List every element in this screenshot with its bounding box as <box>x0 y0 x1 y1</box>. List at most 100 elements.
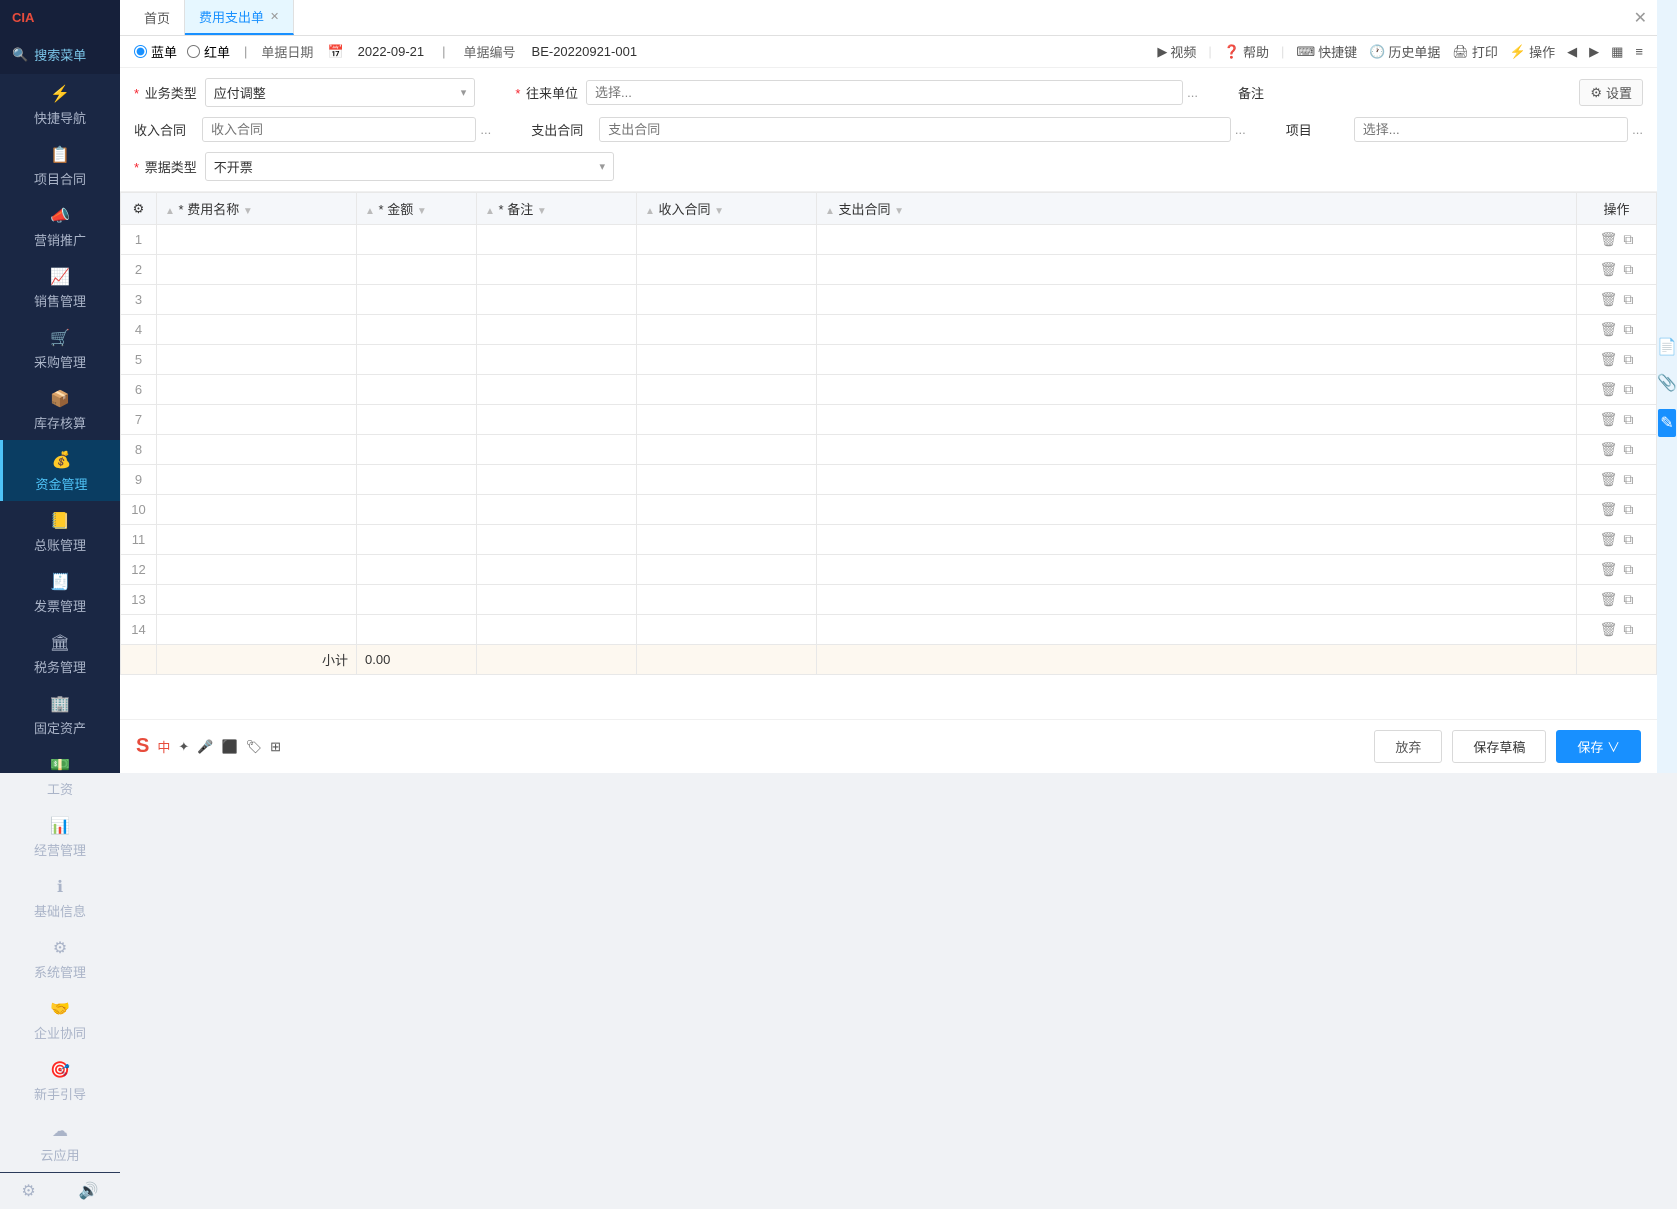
row-amount[interactable] <box>357 285 477 315</box>
row-amount[interactable] <box>357 495 477 525</box>
copy-icon[interactable]: ⧉ <box>1623 381 1633 398</box>
row-amount[interactable] <box>357 435 477 465</box>
row-income[interactable] <box>637 555 817 585</box>
row-name[interactable] <box>157 405 357 435</box>
save-draft-button[interactable]: 保存草稿 <box>1452 730 1546 763</box>
delete-icon[interactable]: 🗑 <box>1600 351 1618 368</box>
sidebar-search[interactable]: 🔍 搜索菜单 <box>0 35 120 74</box>
row-expense[interactable] <box>817 525 1577 555</box>
radio-blue-input[interactable] <box>134 45 147 58</box>
tag-icon[interactable]: 🏷 <box>246 739 263 755</box>
row-amount[interactable] <box>357 375 477 405</box>
next-btn[interactable]: ▶ <box>1589 44 1599 60</box>
row-note[interactable] <box>477 315 637 345</box>
copy-icon[interactable]: ⧉ <box>1623 411 1633 428</box>
copy-icon[interactable]: ⧉ <box>1623 471 1633 488</box>
project-input[interactable] <box>1354 117 1628 142</box>
sidebar-item-marketing[interactable]: 📣 营销推广 <box>0 196 120 257</box>
row-income[interactable] <box>637 525 817 555</box>
row-income[interactable] <box>637 285 817 315</box>
th-income[interactable]: ▲ 收入合同 ▼ <box>637 193 817 225</box>
row-note[interactable] <box>477 405 637 435</box>
row-name[interactable] <box>157 495 357 525</box>
expense-contract-dots[interactable]: ... <box>1235 122 1246 137</box>
row-income[interactable] <box>637 255 817 285</box>
row-note[interactable] <box>477 435 637 465</box>
history-btn[interactable]: 🕐 历史单据 <box>1369 42 1440 61</box>
copy-icon[interactable]: ⧉ <box>1623 231 1633 248</box>
row-note[interactable] <box>477 225 637 255</box>
row-note[interactable] <box>477 255 637 285</box>
copy-icon[interactable]: ⧉ <box>1623 321 1633 338</box>
shortcut-btn[interactable]: ⌨ 快捷键 <box>1296 42 1357 61</box>
sidebar-item-tax[interactable]: 🏛 税务管理 <box>0 623 120 684</box>
sidebar-item-operations[interactable]: 📊 经营管理 <box>0 806 120 867</box>
delete-icon[interactable]: 🗑 <box>1600 501 1618 518</box>
row-expense[interactable] <box>817 555 1577 585</box>
sidebar-item-finance[interactable]: 💰 资金管理 <box>0 440 120 501</box>
sidebar-item-ledger[interactable]: 📒 总账管理 <box>0 501 120 562</box>
delete-icon[interactable]: 🗑 <box>1600 441 1618 458</box>
layout1-btn[interactable]: ▦ <box>1611 44 1623 60</box>
sidebar-item-enterprise[interactable]: 🤝 企业协同 <box>0 989 120 1050</box>
row-income[interactable] <box>637 405 817 435</box>
row-income[interactable] <box>637 375 817 405</box>
video-btn[interactable]: ▶ 视频 <box>1157 42 1196 61</box>
th-expense[interactable]: ▲ 支出合同 ▼ <box>817 193 1577 225</box>
grid-icon[interactable]: ⊞ <box>270 739 281 755</box>
operate-btn[interactable]: ⚡ 操作 <box>1510 42 1555 61</box>
copy-icon[interactable]: ⧉ <box>1623 561 1633 578</box>
sidebar-item-inventory[interactable]: 📦 库存核算 <box>0 379 120 440</box>
row-amount[interactable] <box>357 345 477 375</box>
row-note[interactable] <box>477 555 637 585</box>
row-income[interactable] <box>637 345 817 375</box>
row-note[interactable] <box>477 345 637 375</box>
print-btn[interactable]: 🖨 打印 <box>1452 42 1498 61</box>
th-name[interactable]: ▲ * 费用名称 ▼ <box>157 193 357 225</box>
row-name[interactable] <box>157 345 357 375</box>
sidebar-item-quicknav[interactable]: ⚡ 快捷导航 <box>0 74 120 135</box>
row-note[interactable] <box>477 615 637 645</box>
row-expense[interactable] <box>817 285 1577 315</box>
delete-icon[interactable]: 🗑 <box>1600 231 1618 248</box>
sidebar-item-purchase[interactable]: 🛒 采购管理 <box>0 318 120 379</box>
row-name[interactable] <box>157 225 357 255</box>
row-name[interactable] <box>157 585 357 615</box>
discard-button[interactable]: 放弃 <box>1374 730 1442 763</box>
layout2-btn[interactable]: ≡ <box>1635 44 1643 59</box>
copy-icon[interactable]: ⧉ <box>1623 291 1633 308</box>
row-name[interactable] <box>157 315 357 345</box>
row-name[interactable] <box>157 615 357 645</box>
tab-expense-close[interactable]: ✕ <box>270 10 279 23</box>
copy-icon[interactable]: ⧉ <box>1623 621 1633 638</box>
row-expense[interactable] <box>817 615 1577 645</box>
sidebar-item-basic[interactable]: ℹ 基础信息 <box>0 867 120 928</box>
delete-icon[interactable]: 🗑 <box>1600 321 1618 338</box>
row-note[interactable] <box>477 525 637 555</box>
row-name[interactable] <box>157 375 357 405</box>
row-name[interactable] <box>157 285 357 315</box>
income-contract-input[interactable] <box>202 117 476 142</box>
tab-home[interactable]: 首页 <box>130 0 185 35</box>
row-income[interactable] <box>637 585 817 615</box>
row-expense[interactable] <box>817 315 1577 345</box>
copy-icon[interactable]: ⧉ <box>1623 591 1633 608</box>
th-note[interactable]: ▲ * 备注 ▼ <box>477 193 637 225</box>
row-note[interactable] <box>477 585 637 615</box>
panel-icon-2[interactable]: 📎 <box>1657 373 1677 393</box>
delete-icon[interactable]: 🗑 <box>1600 561 1618 578</box>
partner-dots[interactable]: ... <box>1187 85 1198 100</box>
sidebar-item-assets[interactable]: 🏢 固定资产 <box>0 684 120 745</box>
help-btn[interactable]: ❓ 帮助 <box>1224 42 1269 61</box>
row-expense[interactable] <box>817 435 1577 465</box>
income-contract-dots[interactable]: ... <box>480 122 491 137</box>
panel-icon-1[interactable]: 📄 <box>1657 337 1677 357</box>
save-button[interactable]: 保存 ∨ <box>1556 730 1641 763</box>
row-expense[interactable] <box>817 375 1577 405</box>
sidebar-item-cloud[interactable]: ☁ 云应用 <box>0 1111 120 1172</box>
delete-icon[interactable]: 🗑 <box>1600 621 1618 638</box>
settings-bottom-icon[interactable]: ⚙ <box>21 1181 35 1201</box>
window-close-btn[interactable]: ✕ <box>1634 8 1647 28</box>
partner-input[interactable] <box>586 80 1183 105</box>
sound-bottom-icon[interactable]: 🔊 <box>79 1181 99 1201</box>
